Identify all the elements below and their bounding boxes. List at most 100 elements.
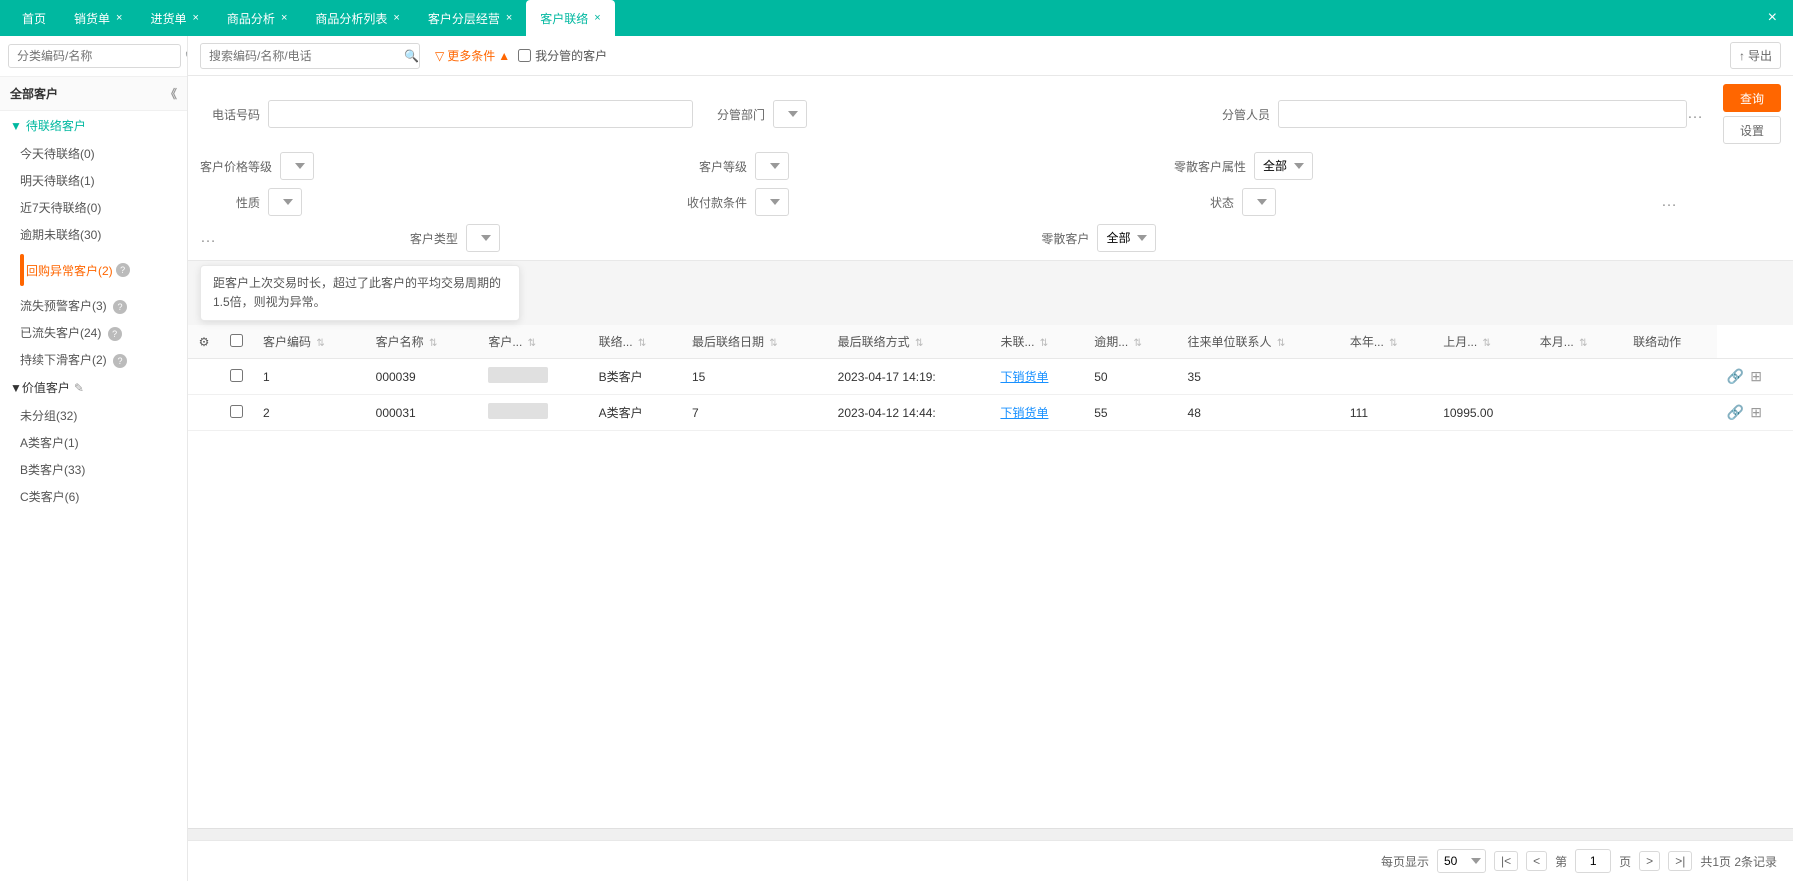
sidebar-item-churn-warning[interactable]: 流失预警客户(3) ? [0, 292, 187, 319]
next-page-button[interactable]: > [1639, 851, 1660, 871]
col-overdue[interactable]: 逾期... ⇅ [1084, 325, 1177, 359]
retail-attr-select[interactable]: 全部 [1254, 152, 1313, 180]
sidebar-item-a-class[interactable]: A类客户(1) [0, 429, 187, 456]
repurchase-anomaly-item[interactable]: 回购异常客户(2) ? [0, 248, 187, 292]
payment-select[interactable] [755, 188, 789, 216]
sidebar-collapse-icon[interactable]: 《 [165, 85, 177, 102]
contact-person-sort-icon: ⇅ [1277, 338, 1285, 349]
nav-tab-customer-layer[interactable]: 客户分层经营 × [414, 0, 526, 36]
main-search-input[interactable] [200, 43, 420, 69]
table-header-row: ⚙ 客户编码 ⇅ 客户名称 ⇅ 客户... ⇅ 联络... ⇅ 最后联络日期 ⇅… [188, 325, 1793, 359]
nav-tab-purchase[interactable]: 进货单 × [136, 0, 212, 36]
row-checkbox[interactable] [230, 405, 243, 418]
col-contact[interactable]: 联络... ⇅ [589, 325, 682, 359]
nav-tab-home[interactable]: 首页 [8, 0, 60, 36]
col-last-contact-date[interactable]: 最后联络日期 ⇅ [682, 325, 828, 359]
price-grade-select[interactable] [280, 152, 314, 180]
last-month-sort-icon: ⇅ [1483, 338, 1491, 349]
sidebar-item-tomorrow[interactable]: 明天待联络(1) [0, 167, 187, 194]
churn-warning-info-icon[interactable]: ? [113, 300, 127, 314]
settings-button[interactable]: 设置 [1723, 116, 1781, 144]
nav-tab-customer-contact[interactable]: 客户联络 × [526, 0, 614, 36]
close-sales-tab[interactable]: × [116, 12, 122, 24]
col-last-contact-method[interactable]: 最后联络方式 ⇅ [828, 325, 991, 359]
close-customer-layer-tab[interactable]: × [506, 12, 512, 24]
sidebar-item-c-class[interactable]: C类客户(6) [0, 483, 187, 510]
grid-action-icon[interactable]: ⊞ [1750, 368, 1762, 385]
nav-tab-sales[interactable]: 销货单 × [60, 0, 136, 36]
page-label-prefix: 第 [1555, 853, 1567, 870]
filter-row-3: 性质 收付款条件 状态 [200, 188, 1781, 216]
sidebar-item-overdue[interactable]: 逾期未联络(30) [0, 221, 187, 248]
customer-type-select[interactable] [466, 224, 500, 252]
row4-ellipsis-button[interactable]: … [200, 230, 216, 246]
sidebar-item-unclassified[interactable]: 未分组(32) [0, 402, 187, 429]
sidebar-item-7days[interactable]: 近7天待联络(0) [0, 194, 187, 221]
sidebar-item-churned[interactable]: 已流失客户(24) ? [0, 319, 187, 346]
prev-page-button[interactable]: < [1526, 851, 1547, 871]
sidebar-item-today[interactable]: 今天待联络(0) [0, 140, 187, 167]
phone-input[interactable] [268, 100, 693, 128]
row-overdue: 35 [1178, 359, 1340, 395]
value-customer-group-header[interactable]: ▼ 价值客户 ✎ [0, 373, 187, 402]
manager-ellipsis-button[interactable]: … [1687, 106, 1703, 122]
customer-grade-select[interactable] [755, 152, 789, 180]
nav-tab-product-analysis[interactable]: 商品分析 × [213, 0, 301, 36]
repurchase-anomaly-info-icon[interactable]: ? [116, 263, 130, 277]
col-name[interactable]: 客户名称 ⇅ [366, 325, 479, 359]
col-code[interactable]: 客户编码 ⇅ [253, 325, 366, 359]
export-button[interactable]: ↑ 导出 [1730, 42, 1781, 69]
col-last-month[interactable]: 上月... ⇅ [1433, 325, 1530, 359]
sidebar-search-input[interactable] [8, 44, 181, 68]
main-search-button[interactable]: 🔍 [404, 49, 419, 63]
close-purchase-tab[interactable]: × [192, 12, 198, 24]
status-wrapper [1242, 188, 1649, 216]
row-contact-count: 15 [682, 359, 828, 395]
status-select[interactable] [1242, 188, 1276, 216]
select-all-checkbox[interactable] [230, 334, 243, 347]
more-conditions-button[interactable]: ▽ 更多条件 ▲ [435, 47, 510, 64]
row-last-contact-method[interactable]: 下销货单 [990, 395, 1084, 431]
declining-info-icon[interactable]: ? [113, 354, 127, 368]
churned-info-icon[interactable]: ? [108, 327, 122, 341]
col-this-month[interactable]: 本月... ⇅ [1530, 325, 1623, 359]
export-icon: ↑ [1739, 49, 1745, 63]
my-customers-checkbox-label[interactable]: 我分管的客户 [518, 47, 607, 64]
close-customer-contact-tab[interactable]: × [594, 12, 600, 24]
sidebar-item-b-class[interactable]: B类客户(33) [0, 456, 187, 483]
current-page-input[interactable] [1575, 849, 1611, 873]
per-page-select[interactable]: 50 100 200 [1437, 849, 1486, 873]
nature-label: 性质 [200, 194, 260, 211]
close-product-analysis-tab[interactable]: × [281, 12, 287, 24]
manager-input[interactable] [1278, 100, 1687, 128]
grid-action-icon[interactable]: ⊞ [1750, 404, 1762, 421]
col-settings[interactable]: ⚙ [188, 325, 220, 359]
retail-customer-select[interactable]: 全部 [1097, 224, 1156, 252]
first-page-button[interactable]: |< [1494, 851, 1518, 871]
query-button[interactable]: 查询 [1723, 84, 1781, 112]
dept-select[interactable] [773, 100, 807, 128]
col-category[interactable]: 客户... ⇅ [478, 325, 588, 359]
link-action-icon[interactable]: 🔗 [1727, 368, 1744, 385]
horizontal-scrollbar[interactable] [188, 828, 1793, 840]
nature-select[interactable] [268, 188, 302, 216]
retail-attr-label: 零散客户属性 [1174, 158, 1246, 175]
sidebar-item-declining[interactable]: 持续下滑客户(2) ? [0, 346, 187, 373]
window-close-button[interactable]: × [1760, 9, 1785, 27]
table-row: 2 000031 A类客户 7 2023-04-12 14:44: 下销货单 5… [188, 395, 1793, 431]
row3-ellipsis-button[interactable]: … [1661, 194, 1677, 210]
col-this-year[interactable]: 本年... ⇅ [1340, 325, 1433, 359]
col-no-contact[interactable]: 未联... ⇅ [990, 325, 1084, 359]
row-last-contact-method[interactable]: 下销货单 [990, 359, 1084, 395]
this-year-sort-icon: ⇅ [1389, 338, 1397, 349]
filter-action-buttons: 查询 设置 [1723, 84, 1781, 144]
pending-contact-group-header[interactable]: ▼ 待联络客户 [0, 111, 187, 140]
my-customers-checkbox[interactable] [518, 49, 531, 62]
last-page-button[interactable]: >| [1668, 851, 1692, 871]
col-contact-person[interactable]: 往来单位联系人 ⇅ [1178, 325, 1340, 359]
close-product-list-tab[interactable]: × [393, 12, 399, 24]
row-checkbox[interactable] [230, 369, 243, 382]
link-action-icon[interactable]: 🔗 [1727, 404, 1744, 421]
nav-tab-product-list[interactable]: 商品分析列表 × [301, 0, 413, 36]
value-customer-edit-icon[interactable]: ✎ [74, 381, 84, 395]
